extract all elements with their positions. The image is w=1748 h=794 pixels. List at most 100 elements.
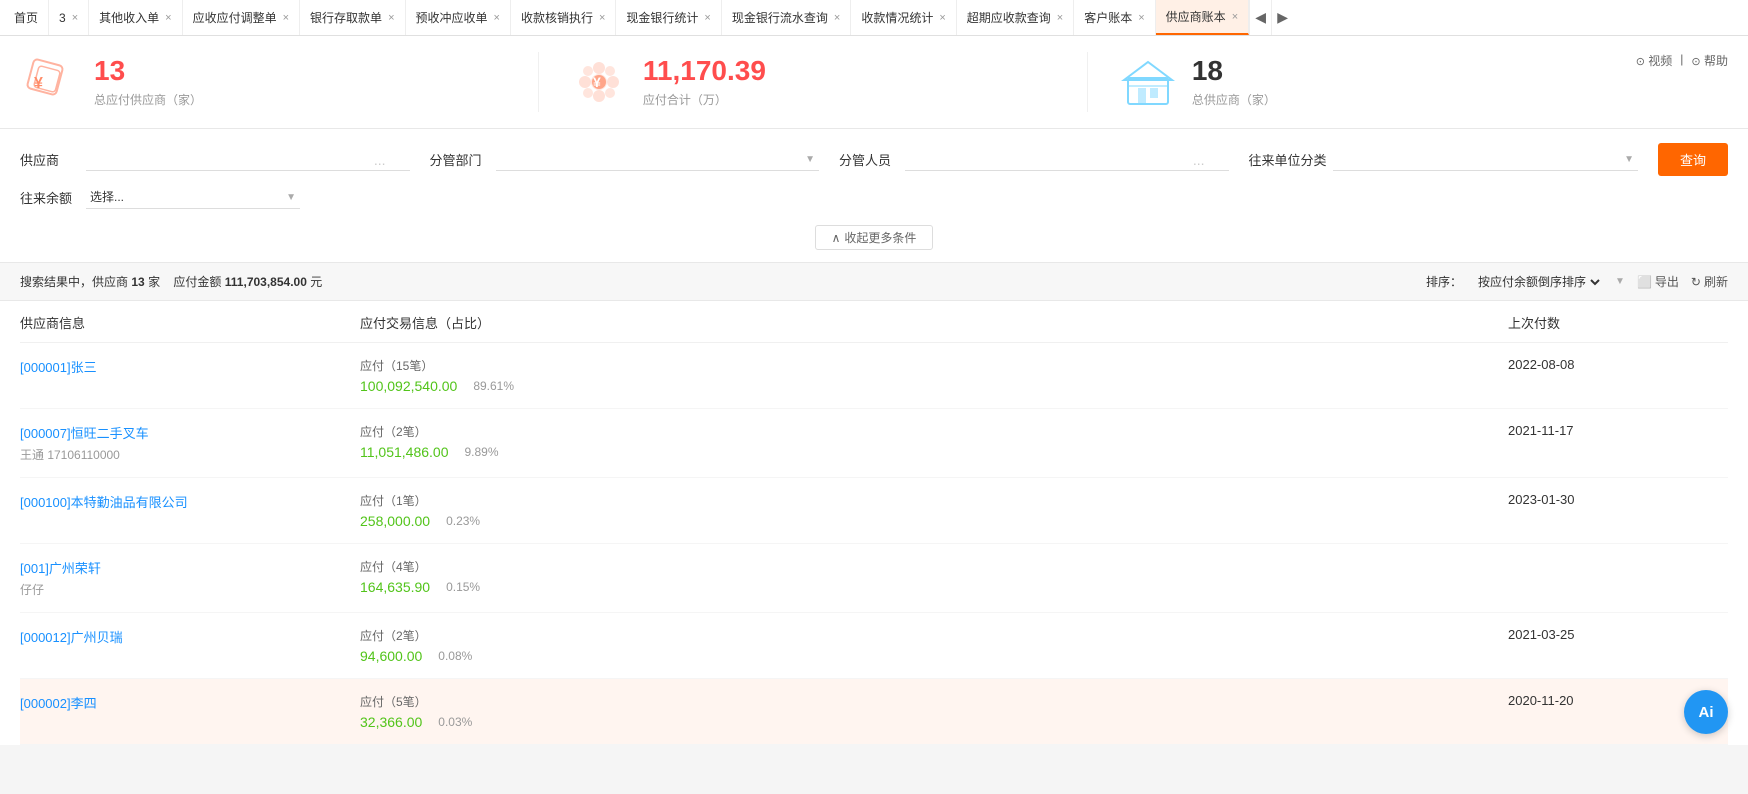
balance-select[interactable]: 选择... [86, 186, 300, 209]
nav-tab-advance-close[interactable]: × [494, 12, 500, 24]
supplier-link-4[interactable]: [000012]广州贝瑞 [20, 630, 123, 645]
sort-select[interactable]: 按应付余额倒序排序 [1474, 274, 1603, 290]
nav-tab-income[interactable]: 其他收入单 × [89, 0, 182, 35]
nav-tab-collection[interactable]: 收款核销执行 × [511, 0, 616, 35]
table-row: [000007]恒旺二手叉车 王通 17106110000 应付（2笔） 11,… [20, 409, 1728, 478]
nav-tab-overdue[interactable]: 超期应收款查询 × [957, 0, 1074, 35]
trans-percent-4: 0.08% [438, 649, 472, 663]
trans-amount-4[interactable]: 94,600.00 [360, 648, 422, 664]
category-dropdown-icon: ▼ [1624, 154, 1634, 165]
nav-tab-bank[interactable]: 银行存取款单 × [300, 0, 405, 35]
trans-amount-3[interactable]: 164,635.90 [360, 579, 430, 595]
nav-tab-cashflow-label: 现金银行流水查询 [732, 9, 828, 26]
transaction-cell-4: 应付（2笔） 94,600.00 0.08% [360, 627, 1508, 664]
result-summary-text: 搜索结果中，供应商 13 家 应付金额 111,703,854.00 元 [20, 273, 322, 290]
export-button[interactable]: ⬜ 导出 [1637, 273, 1679, 290]
trans-label-5: 应付（5笔） [360, 693, 1508, 710]
trans-percent-5: 0.03% [438, 715, 472, 729]
nav-tab-home[interactable]: 首页 [4, 0, 49, 35]
trans-row-3: 164,635.90 0.15% [360, 579, 1508, 595]
total-suppliers-number: 18 [1192, 56, 1276, 87]
supplier-cell-5: [000002]李四 [20, 693, 360, 716]
total-payable-number: 11,170.39 [643, 56, 766, 87]
transaction-cell-0: 应付（15笔） 100,092,540.00 89.61% [360, 357, 1508, 394]
supplier-input[interactable] [86, 148, 410, 171]
trans-percent-1: 9.89% [465, 445, 499, 459]
person-dots[interactable]: ... [1193, 152, 1205, 168]
last-pay-date-0: 2022-08-08 [1508, 357, 1575, 372]
refresh-button[interactable]: ↻ 刷新 [1691, 273, 1728, 290]
trans-amount-5[interactable]: 32,366.00 [360, 714, 422, 730]
balance-dropdown-icon: ▼ [286, 192, 296, 203]
trans-amount-2[interactable]: 258,000.00 [360, 513, 430, 529]
lastpay-cell-4: 2021-03-25 [1508, 627, 1728, 642]
trans-row-0: 100,092,540.00 89.61% [360, 378, 1508, 394]
nav-tab-cashbank-close[interactable]: × [704, 12, 710, 24]
table-area: 供应商信息 应付交易信息（占比） 上次付数 [000001]张三 应付（15笔）… [0, 301, 1748, 745]
query-button[interactable]: 查询 [1658, 143, 1728, 176]
nav-tab-customer[interactable]: 客户账本 × [1074, 0, 1155, 35]
category-select-wrap: ▼ [1333, 148, 1638, 171]
trans-amount-1[interactable]: 11,051,486.00 [360, 444, 449, 460]
supplier-link-0[interactable]: [000001]张三 [20, 360, 97, 375]
trans-percent-3: 0.15% [446, 580, 480, 594]
table-body: [000001]张三 应付（15笔） 100,092,540.00 89.61%… [20, 343, 1728, 745]
person-input[interactable] [905, 148, 1229, 171]
trans-amount-0[interactable]: 100,092,540.00 [360, 378, 457, 394]
nav-tab-collection-close[interactable]: × [599, 12, 605, 24]
video-link-label: 视频 [1648, 54, 1672, 68]
trans-row-1: 11,051,486.00 9.89% [360, 444, 1508, 460]
dept-select[interactable] [496, 148, 820, 171]
supplier-link-2[interactable]: [000100]本特勤油品有限公司 [20, 495, 188, 510]
nav-tab-3-close[interactable]: × [72, 12, 78, 24]
nav-tab-3[interactable]: 3 × [49, 0, 89, 35]
person-filter-label: 分管人员 [839, 150, 899, 169]
nav-tab-bank-close[interactable]: × [388, 12, 394, 24]
nav-tab-overdue-close[interactable]: × [1057, 12, 1063, 24]
balance-filter-label: 往来余额 [20, 188, 80, 207]
nav-tab-advance[interactable]: 预收冲应收单 × [406, 0, 511, 35]
supplier-dots[interactable]: ... [374, 152, 386, 168]
result-prefix: 搜索结果中，供应商 [20, 275, 128, 289]
nav-tab-bank-label: 银行存取款单 [310, 9, 382, 26]
sort-dropdown-icon: ▼ [1615, 276, 1625, 287]
video-link[interactable]: ⊙ 视频 [1636, 52, 1673, 69]
nav-tab-cashbank[interactable]: 现金银行统计 × [616, 0, 721, 35]
filter-area: 供应商 ... 分管部门 ▼ 分管人员 ... [0, 129, 1748, 263]
nav-tab-supplier[interactable]: 供应商账本 × [1156, 0, 1249, 35]
transaction-cell-3: 应付（4笔） 164,635.90 0.15% [360, 558, 1508, 595]
col-header-transaction: 应付交易信息（占比） [360, 313, 1508, 332]
supplier-link-5[interactable]: [000002]李四 [20, 696, 97, 711]
nav-tab-income-close[interactable]: × [165, 12, 171, 24]
supplier-link-3[interactable]: [001]广州荣轩 [20, 561, 101, 576]
nav-tab-supplier-close[interactable]: × [1232, 11, 1238, 23]
person-input-wrap: ... [905, 148, 1229, 171]
supplier-link-1[interactable]: [000007]恒旺二手叉车 [20, 426, 149, 441]
summary-icon-store [1118, 52, 1178, 112]
nav-tab-adjustment[interactable]: 应收应付调整单 × [183, 0, 300, 35]
nav-tab-collection-stat[interactable]: 收款情况统计 × [851, 0, 956, 35]
summary-card-total-suppliers: 18 总供应商（家） [1087, 52, 1636, 112]
trans-label-1: 应付（2笔） [360, 423, 1508, 440]
result-bar-left: 搜索结果中，供应商 13 家 应付金额 111,703,854.00 元 [20, 273, 322, 290]
trans-percent-2: 0.23% [446, 514, 480, 528]
collapse-button[interactable]: ∧ 收起更多条件 [815, 225, 934, 250]
filter-row-1: 供应商 ... 分管部门 ▼ 分管人员 ... [20, 143, 1728, 176]
last-pay-date-4: 2021-03-25 [1508, 627, 1575, 642]
help-link[interactable]: ⊙ 帮助 [1691, 52, 1728, 69]
last-pay-date-5: 2020-11-20 [1508, 693, 1574, 708]
supplier-cell-4: [000012]广州贝瑞 [20, 627, 360, 650]
nav-tab-customer-close[interactable]: × [1138, 12, 1144, 24]
nav-tab-cashflow-close[interactable]: × [834, 12, 840, 24]
nav-tab-income-label: 其他收入单 [99, 9, 159, 26]
nav-tab-cashflow[interactable]: 现金银行流水查询 × [722, 0, 851, 35]
summary-icon-diamond: ¥ [20, 52, 80, 112]
nav-tab-adjustment-close[interactable]: × [283, 12, 289, 24]
ai-button[interactable]: Ai [1684, 690, 1728, 734]
summary-text-total-payable: 11,170.39 应付合计（万） [643, 56, 766, 108]
nav-arrow-left[interactable]: ◀ [1249, 0, 1271, 35]
supplier-sub-3: 仔仔 [20, 581, 360, 598]
category-select[interactable] [1333, 148, 1638, 171]
nav-arrow-right[interactable]: ▶ [1271, 0, 1293, 35]
nav-tab-collection-stat-close[interactable]: × [939, 12, 945, 24]
